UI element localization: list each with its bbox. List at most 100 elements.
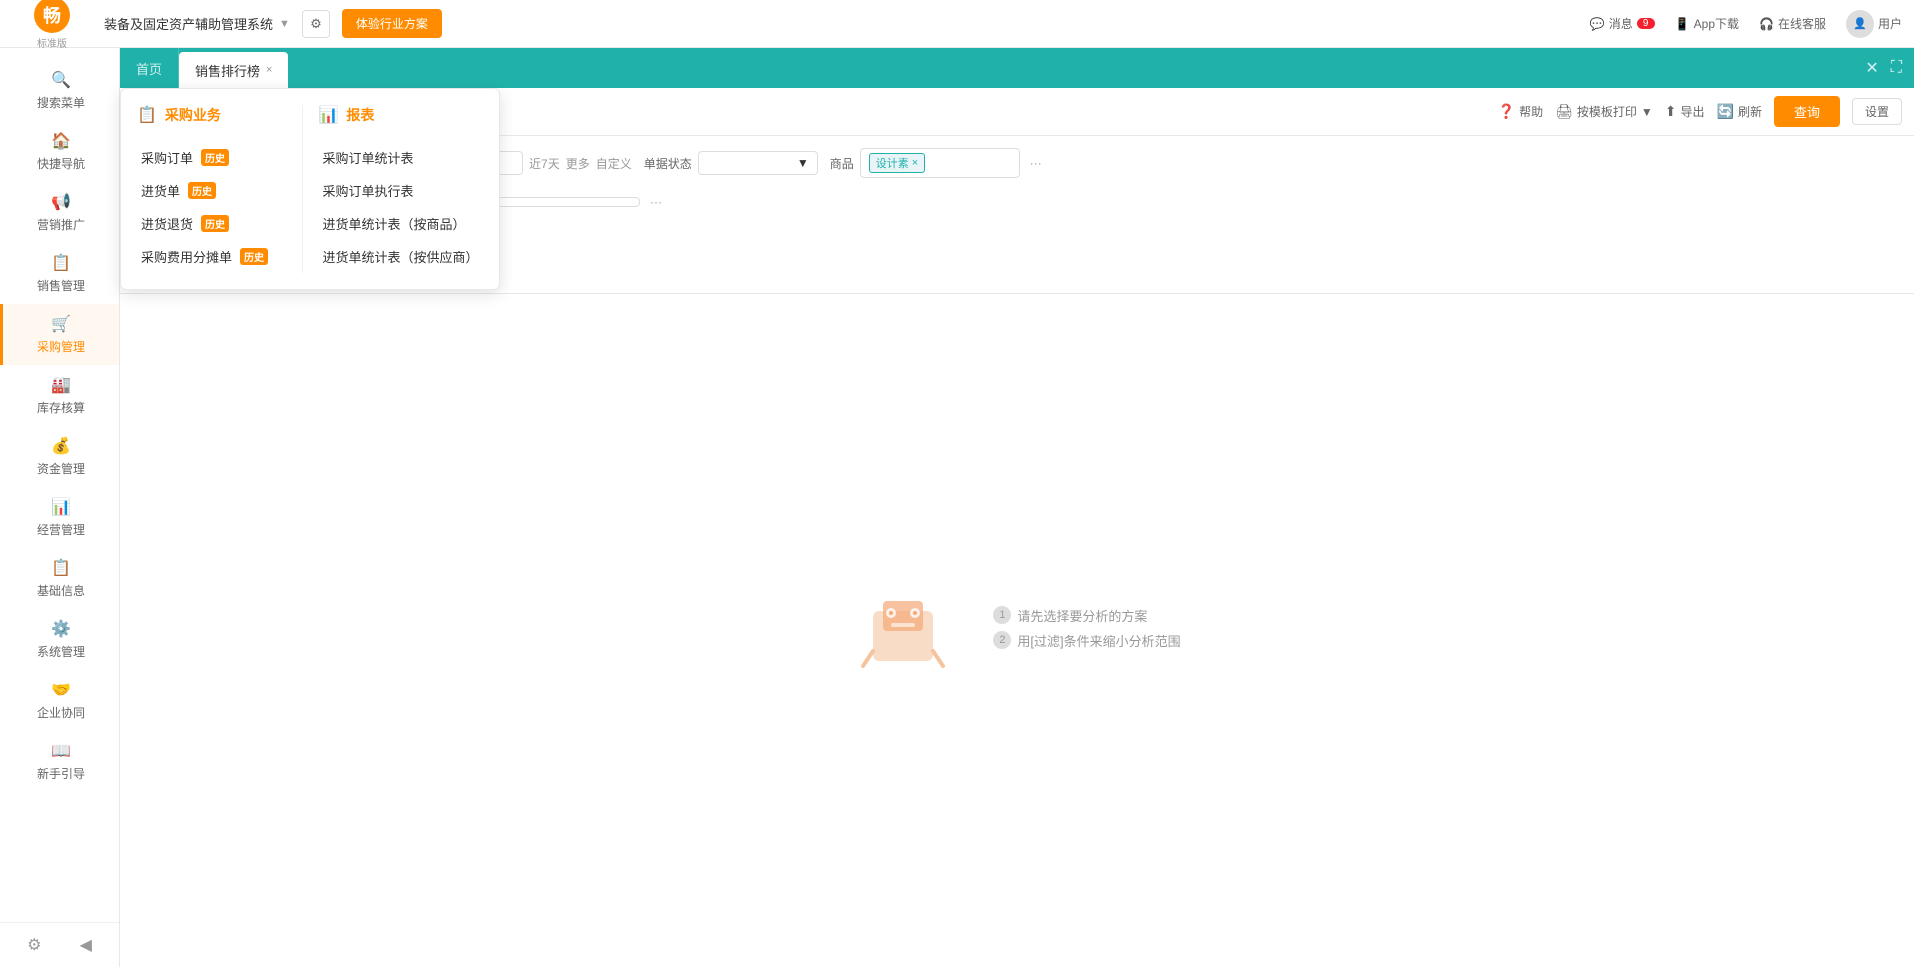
sidebar-item-basic[interactable]: 📋 基础信息 bbox=[0, 548, 119, 609]
salesperson-more-btn[interactable]: ··· bbox=[646, 195, 666, 209]
report-title-label: 报表 bbox=[346, 105, 374, 125]
tab-sales-label: 销售排行榜 bbox=[195, 61, 260, 80]
query-button[interactable]: 查询 bbox=[1774, 96, 1840, 127]
menu-col-report-title: 📊 报表 bbox=[319, 105, 484, 129]
sidebar-label-nav: 快捷导航 bbox=[37, 155, 85, 172]
goods-stats-supplier-label: 进货单统计表（按供应商） bbox=[323, 247, 479, 266]
headset-icon: 🎧 bbox=[1759, 17, 1774, 31]
help-label: 帮助 bbox=[1519, 103, 1543, 120]
expense-label: 采购费用分摊单 bbox=[141, 247, 232, 266]
menu-item-goods-stats-by-product[interactable]: 进货单统计表（按商品） bbox=[319, 207, 484, 240]
main-content: 1 请先选择要分析的方案 2 用[过滤]条件来缩小分析范围 bbox=[120, 294, 1914, 967]
finance-icon: 💰 bbox=[51, 436, 71, 456]
settings-button[interactable]: 设置 bbox=[1852, 98, 1902, 125]
user-item[interactable]: 👤 用户 bbox=[1846, 10, 1902, 38]
sidebar-item-nav[interactable]: 🏠 快捷导航 bbox=[0, 121, 119, 182]
sidebar-item-finance[interactable]: 💰 资金管理 bbox=[0, 426, 119, 487]
sidebar-label-purchase: 采购管理 bbox=[37, 338, 85, 355]
sidebar-label-inventory: 库存核算 bbox=[37, 399, 85, 416]
export-icon: ⬆ bbox=[1665, 103, 1677, 120]
menu-item-expense[interactable]: 采购费用分摊单 历史 bbox=[137, 240, 302, 273]
sidebar-item-system[interactable]: ⚙️ 系统管理 bbox=[0, 609, 119, 670]
tab-home[interactable]: 首页 bbox=[120, 48, 179, 88]
refresh-label: 刷新 bbox=[1738, 103, 1762, 120]
empty-tip-2: 2 用[过滤]条件来缩小分析范围 bbox=[993, 631, 1180, 650]
voucher-status-filter: 单据状态 ▼ bbox=[644, 151, 818, 175]
history-badge-2: 历史 bbox=[188, 182, 216, 199]
sidebar-item-marketing[interactable]: 📢 营销推广 bbox=[0, 182, 119, 243]
sidebar-item-collab[interactable]: 🤝 企业协同 bbox=[0, 670, 119, 731]
tab-close-window-icon[interactable]: ✕ bbox=[1861, 54, 1882, 82]
goods-in-label: 进货单 bbox=[141, 181, 180, 200]
menu-columns: 📋 采购业务 采购订单 历史 进货单 历史 进货退货 历史 采购费用分摊单 bbox=[137, 105, 483, 273]
empty-icon bbox=[853, 591, 953, 671]
date-more[interactable]: 更多 bbox=[566, 155, 590, 172]
sidebar-collapse-button[interactable]: ◀ bbox=[80, 935, 92, 955]
export-button[interactable]: ⬆ 导出 bbox=[1665, 103, 1705, 120]
goods-more-btn[interactable]: ··· bbox=[1026, 156, 1046, 170]
top-right: 💬 消息 9 📱 App下载 🎧 在线客服 👤 用户 bbox=[1590, 10, 1902, 38]
sidebar-item-operation[interactable]: 📊 经营管理 bbox=[0, 487, 119, 548]
gear-button[interactable]: ⚙ bbox=[302, 10, 330, 38]
purchase-order-label: 采购订单 bbox=[141, 148, 193, 167]
menu-item-po-exec[interactable]: 采购订单执行表 bbox=[319, 174, 484, 207]
purchase-icon: 🛒 bbox=[51, 314, 71, 334]
date-custom[interactable]: 自定义 bbox=[596, 155, 632, 172]
po-stats-label: 采购订单统计表 bbox=[323, 148, 414, 167]
industry-button[interactable]: 体验行业方案 bbox=[342, 9, 442, 38]
online-service-label: 在线客服 bbox=[1778, 15, 1826, 32]
sales-icon: 📋 bbox=[51, 253, 71, 273]
tab-sales-ranking[interactable]: 销售排行榜 × bbox=[179, 52, 288, 88]
voucher-status-label: 单据状态 bbox=[644, 155, 692, 172]
sidebar-label-marketing: 营销推广 bbox=[37, 216, 85, 233]
tip-num-1: 1 bbox=[993, 606, 1011, 624]
sidebar-item-sales[interactable]: 📋 销售管理 bbox=[0, 243, 119, 304]
menu-item-goods-in[interactable]: 进货单 历史 bbox=[137, 174, 302, 207]
notification-badge: 9 bbox=[1637, 18, 1655, 29]
tab-expand-icon[interactable]: ⛶ bbox=[1887, 55, 1906, 81]
avatar: 👤 bbox=[1846, 10, 1874, 38]
help-button[interactable]: ❓ 帮助 bbox=[1498, 103, 1543, 120]
po-exec-label: 采购订单执行表 bbox=[323, 181, 414, 200]
basic-icon: 📋 bbox=[51, 558, 71, 578]
notification-item[interactable]: 💬 消息 9 bbox=[1590, 15, 1655, 32]
goods-tag-close[interactable]: × bbox=[912, 157, 918, 169]
menu-item-purchase-order[interactable]: 采购订单 历史 bbox=[137, 141, 302, 174]
notification-icon: 💬 bbox=[1590, 17, 1605, 31]
goods-input[interactable]: 设计素 × bbox=[860, 148, 1020, 178]
sidebar-settings-button[interactable]: ⚙ bbox=[27, 935, 41, 955]
system-dropdown-icon[interactable]: ▼ bbox=[279, 18, 290, 30]
refresh-button[interactable]: 🔄 刷新 bbox=[1717, 103, 1762, 120]
online-service-item[interactable]: 🎧 在线客服 bbox=[1759, 15, 1826, 32]
phone-icon: 📱 bbox=[1675, 17, 1690, 31]
export-label: 导出 bbox=[1681, 103, 1705, 120]
history-badge-4: 历史 bbox=[240, 248, 268, 265]
operation-icon: 📊 bbox=[51, 497, 71, 517]
voucher-status-select[interactable]: ▼ bbox=[698, 151, 818, 175]
business-title-label: 采购业务 bbox=[165, 105, 221, 125]
business-title-icon: 📋 bbox=[137, 105, 157, 125]
menu-item-return[interactable]: 进货退货 历史 bbox=[137, 207, 302, 240]
menu-item-po-stats[interactable]: 采购订单统计表 bbox=[319, 141, 484, 174]
app-download-item[interactable]: 📱 App下载 bbox=[1675, 15, 1739, 32]
print-label: 按模板打印 bbox=[1577, 103, 1637, 120]
tab-close-icon[interactable]: × bbox=[266, 64, 272, 76]
sidebar-item-purchase[interactable]: 🛒 采购管理 bbox=[0, 304, 119, 365]
report-title-icon: 📊 bbox=[319, 105, 339, 125]
sidebar-item-inventory[interactable]: 🏭 库存核算 bbox=[0, 365, 119, 426]
sidebar-item-guide[interactable]: 📖 新手引导 bbox=[0, 731, 119, 792]
empty-tips: 1 请先选择要分析的方案 2 用[过滤]条件来缩小分析范围 bbox=[993, 606, 1180, 656]
goods-stats-product-label: 进货单统计表（按商品） bbox=[323, 214, 466, 233]
app-container: 畅 标准版 装备及固定资产辅助管理系统 ▼ ⚙ 体验行业方案 💬 消息 9 📱 … bbox=[0, 0, 1914, 967]
home-icon: 🏠 bbox=[51, 131, 71, 151]
sidebar-label-operation: 经营管理 bbox=[37, 521, 85, 538]
print-button[interactable]: 🖨 按模板打印 ▼ bbox=[1555, 103, 1653, 120]
system-name: 装备及固定资产辅助管理系统 bbox=[104, 14, 273, 33]
search-icon: 🔍 bbox=[51, 70, 71, 90]
date-7days[interactable]: 近7天 bbox=[529, 155, 560, 172]
menu-item-goods-stats-by-supplier[interactable]: 进货单统计表（按供应商） bbox=[319, 240, 484, 273]
sidebar-item-search[interactable]: 🔍 搜索菜单 bbox=[0, 60, 119, 121]
tip-text-1: 请先选择要分析的方案 bbox=[1017, 606, 1147, 625]
sidebar-label-system: 系统管理 bbox=[37, 643, 85, 660]
return-label: 进货退货 bbox=[141, 214, 193, 233]
